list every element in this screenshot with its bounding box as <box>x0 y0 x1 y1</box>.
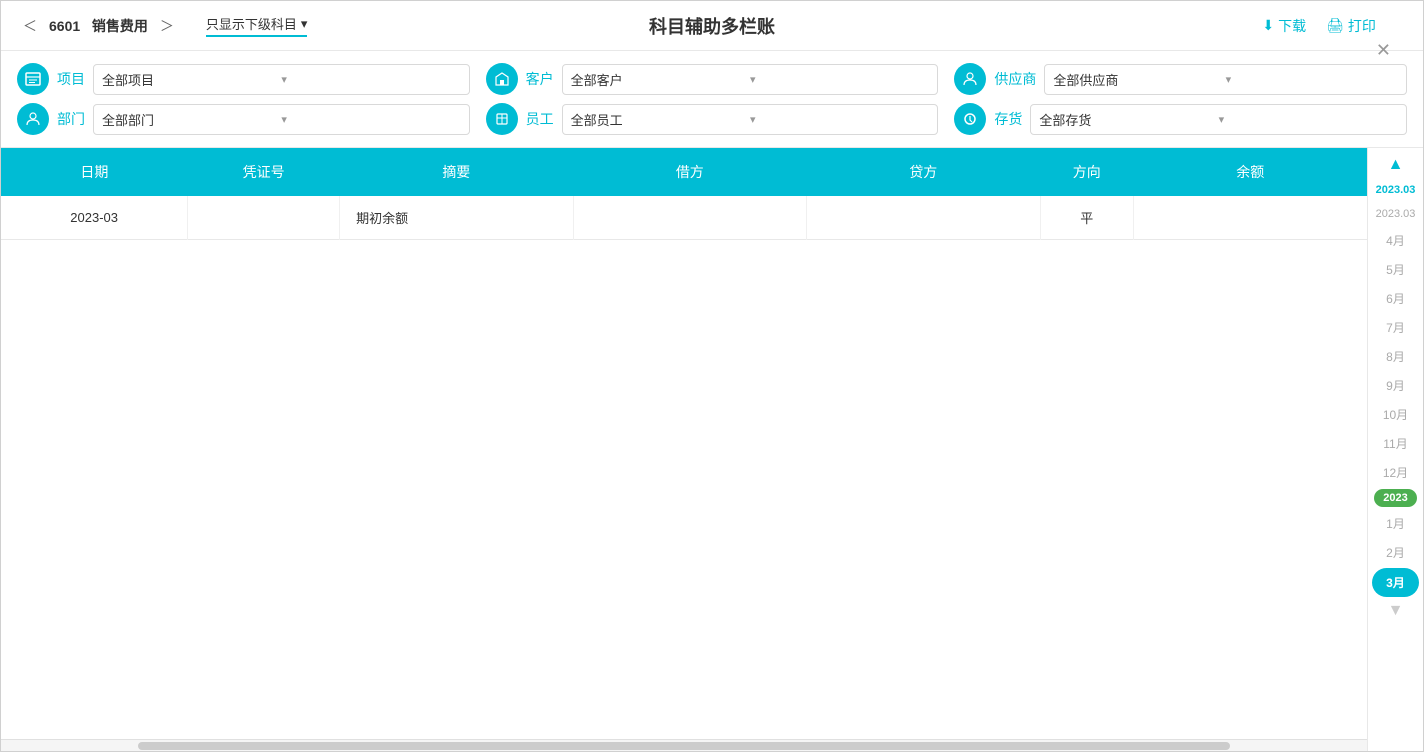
supplier-select[interactable]: 全部供应商 ▾ <box>1044 64 1407 95</box>
chevron-down-icon: ▾ <box>1219 113 1398 126</box>
col-direction: 方向 <box>1040 148 1133 196</box>
timeline-item-1[interactable]: 1月 <box>1368 509 1423 538</box>
filter-area: 项目 全部项目 ▾ 客户 全部客户 ▾ <box>1 51 1423 148</box>
print-button[interactable]: 🖨 打印 <box>1326 16 1376 36</box>
filter-department: 部门 全部部门 ▾ <box>17 103 470 135</box>
print-icon: 🖨 <box>1326 17 1344 34</box>
employee-select[interactable]: 全部员工 ▾ <box>562 104 939 135</box>
col-credit: 贷方 <box>807 148 1041 196</box>
prev-account-button[interactable]: ＜ <box>17 14 43 38</box>
close-button[interactable]: ✕ <box>1376 40 1391 61</box>
chevron-down-icon: ▾ <box>301 16 308 32</box>
next-account-button[interactable]: ＞ <box>154 14 180 38</box>
cell-direction: 平 <box>1040 196 1133 240</box>
timeline-item-3-active[interactable]: 3月 <box>1372 568 1419 597</box>
customer-select[interactable]: 全部客户 ▾ <box>562 64 939 95</box>
timeline-item-4[interactable]: 4月 <box>1368 226 1423 255</box>
employee-icon <box>486 103 518 135</box>
timeline-item-11[interactable]: 11月 <box>1368 429 1423 458</box>
nav-area: ＜ 6601 销售费用 ＞ 只显示下级科目 ▾ <box>17 14 307 38</box>
col-date: 日期 <box>1 148 188 196</box>
timeline-item-6[interactable]: 6月 <box>1368 284 1423 313</box>
timeline-item-9[interactable]: 9月 <box>1368 371 1423 400</box>
timeline-item-12[interactable]: 12月 <box>1368 458 1423 487</box>
cell-debit <box>573 196 807 240</box>
department-icon <box>17 103 49 135</box>
timeline-sidebar: ▲ 2023.03 2023.03 4月 5月 6月 7月 8月 9月 10月 … <box>1367 148 1423 751</box>
timeline-item-10[interactable]: 10月 <box>1368 400 1423 429</box>
chevron-down-icon: ▾ <box>750 113 929 126</box>
inventory-icon <box>954 103 986 135</box>
table-header-row: 日期 凭证号 摘要 借方 贷方 方向 余额 <box>1 148 1367 196</box>
chevron-down-icon: ▾ <box>281 113 460 126</box>
content-area: 日期 凭证号 摘要 借方 贷方 方向 余额 2023-03 <box>1 148 1423 751</box>
show-sub-toggle[interactable]: 只显示下级科目 ▾ <box>206 14 308 37</box>
cell-summary: 期初余额 <box>340 196 574 240</box>
timeline-up-button[interactable]: ▲ <box>1368 152 1423 178</box>
filter-employee: 员工 全部员工 ▾ <box>486 103 939 135</box>
download-button[interactable]: ⬇ 下载 <box>1262 16 1306 36</box>
account-code: 6601 销售费用 <box>49 16 148 36</box>
filter-project: 项目 全部项目 ▾ <box>17 63 470 95</box>
filter-inventory: 存货 全部存货 ▾ <box>954 103 1407 135</box>
cell-voucher <box>188 196 340 240</box>
col-balance: 余额 <box>1133 148 1367 196</box>
col-summary: 摘要 <box>340 148 574 196</box>
inventory-select[interactable]: 全部存货 ▾ <box>1030 104 1407 135</box>
toolbar-right: ⬇ 下载 🖨 打印 <box>1262 16 1376 36</box>
cell-credit <box>807 196 1041 240</box>
title-bar: ＜ 6601 销售费用 ＞ 只显示下级科目 ▾ 科目辅助多栏账 ⬇ 下载 🖨 打… <box>1 1 1423 51</box>
project-icon <box>17 63 49 95</box>
page-title: 科目辅助多栏账 <box>649 13 775 39</box>
timeline-item-5[interactable]: 5月 <box>1368 255 1423 284</box>
chevron-down-icon: ▾ <box>281 73 460 86</box>
customer-icon <box>486 63 518 95</box>
download-icon: ⬇ <box>1262 17 1274 34</box>
col-voucher: 凭证号 <box>188 148 340 196</box>
filter-customer: 客户 全部客户 ▾ <box>486 63 939 95</box>
supplier-icon <box>954 63 986 95</box>
department-select[interactable]: 全部部门 ▾ <box>93 104 470 135</box>
timeline-item-2[interactable]: 2月 <box>1368 538 1423 567</box>
cell-date: 2023-03 <box>1 196 188 240</box>
timeline-item-2023-03-2[interactable]: 2023.03 <box>1368 202 1423 226</box>
col-debit: 借方 <box>573 148 807 196</box>
ledger-table: 日期 凭证号 摘要 借方 贷方 方向 余额 2023-03 <box>1 148 1367 240</box>
chevron-down-icon: ▾ <box>750 73 929 86</box>
table-wrapper[interactable]: 日期 凭证号 摘要 借方 贷方 方向 余额 2023-03 <box>1 148 1367 739</box>
project-select[interactable]: 全部项目 ▾ <box>93 64 470 95</box>
cell-balance <box>1133 196 1367 240</box>
timeline-item-7[interactable]: 7月 <box>1368 313 1423 342</box>
timeline-year-2023[interactable]: 2023 <box>1374 489 1417 507</box>
h-scrollbar[interactable] <box>1 739 1367 751</box>
filter-supplier: 供应商 全部供应商 ▾ <box>954 63 1407 95</box>
timeline-item-2023-03-top[interactable]: 2023.03 <box>1368 178 1423 202</box>
main-window: ＜ 6601 销售费用 ＞ 只显示下级科目 ▾ 科目辅助多栏账 ⬇ 下载 🖨 打… <box>0 0 1424 752</box>
timeline-item-8[interactable]: 8月 <box>1368 342 1423 371</box>
table-row: 2023-03 期初余额 平 <box>1 196 1367 240</box>
timeline-down-button[interactable]: ▼ <box>1368 598 1423 624</box>
chevron-down-icon: ▾ <box>1226 73 1398 86</box>
